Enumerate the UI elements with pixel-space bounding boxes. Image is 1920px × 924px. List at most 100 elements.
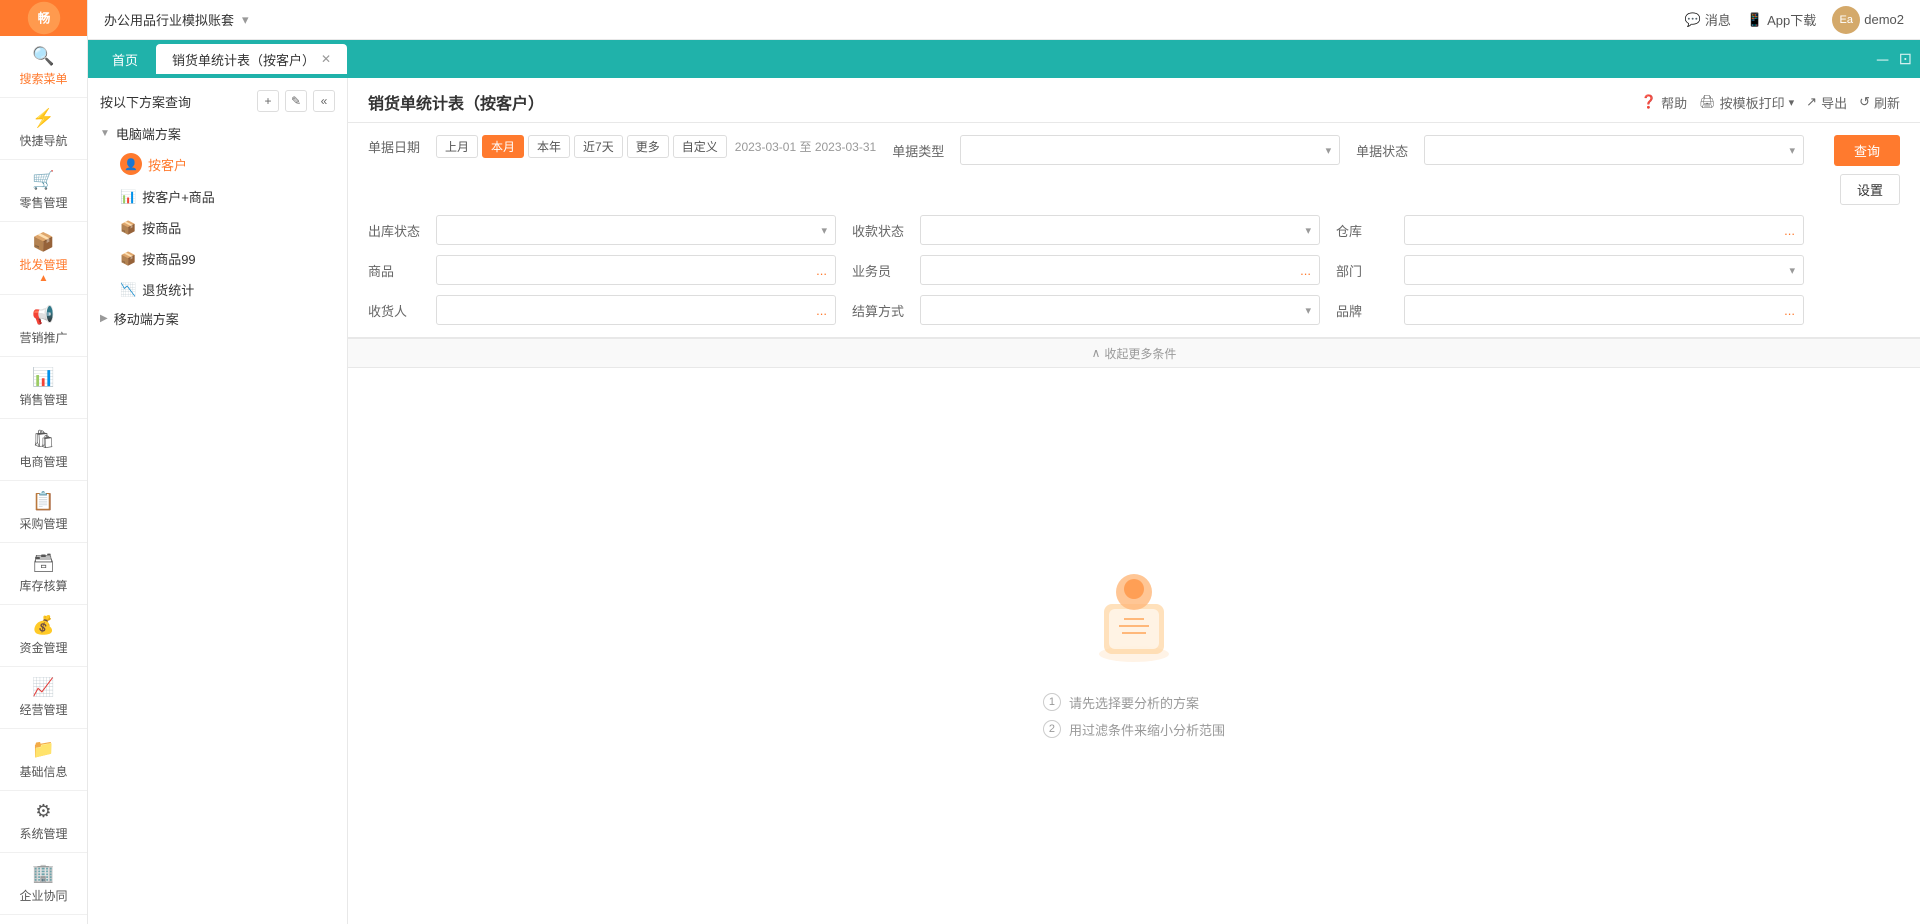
collapse-icon: « xyxy=(321,94,328,108)
sidebar-item-quick-nav-label: 快捷导航 xyxy=(19,132,67,149)
sidebar-item-search-menu-label: 搜索菜单 xyxy=(19,70,67,87)
date-btn-7days[interactable]: 近7天 xyxy=(574,135,623,158)
tree-mobile-node[interactable]: ▶ 移动端方案 xyxy=(88,305,347,332)
tree-child-by-goods[interactable]: 📦 按商品 xyxy=(108,212,347,243)
main-content: 办公用品行业模拟账套 ▾ 💬 消息 📱 App下载 Ea demo2 首页 xyxy=(88,0,1920,924)
date-btn-this-month[interactable]: 本月 xyxy=(482,135,524,158)
receipt-status-arrow-icon: ▾ xyxy=(1305,224,1311,237)
sidebar-item-system[interactable]: ⚙ 系统管理 xyxy=(0,791,88,853)
out-status-arrow-icon: ▾ xyxy=(821,224,827,237)
tab-maximize-icon[interactable]: ⊡ xyxy=(1899,49,1912,69)
refresh-btn[interactable]: ↺ 刷新 xyxy=(1859,93,1900,112)
sidebar-item-marketing[interactable]: 📢 营销推广 xyxy=(0,295,88,357)
goods-99-icon: 📦 xyxy=(120,251,136,267)
doc-type-arrow-icon: ▾ xyxy=(1326,144,1332,157)
message-btn[interactable]: 💬 消息 xyxy=(1685,10,1731,29)
sidebar-item-basic-info[interactable]: 📁 基础信息 xyxy=(0,729,88,791)
settlement-label: 结算方式 xyxy=(852,301,912,320)
header: 办公用品行业模拟账套 ▾ 💬 消息 📱 App下载 Ea demo2 xyxy=(88,0,1920,40)
left-panel-header: 按以下方案查询 + ✎ « xyxy=(88,90,347,120)
message-label: 消息 xyxy=(1705,10,1731,29)
header-left: 办公用品行业模拟账套 ▾ xyxy=(104,10,249,29)
doc-status-label: 单据状态 xyxy=(1356,141,1416,160)
collapse-panel-btn[interactable]: « xyxy=(313,90,335,112)
tree-child-by-goods-label: 按商品 xyxy=(142,218,181,237)
goods-select[interactable]: ... xyxy=(436,255,836,285)
sidebar-item-system-label: 系统管理 xyxy=(19,825,67,842)
out-status-select[interactable]: ▾ xyxy=(436,215,836,245)
tab-minimize-icon[interactable]: － xyxy=(1875,47,1891,71)
settings-btn[interactable]: 设置 xyxy=(1840,174,1900,205)
sidebar-item-finance[interactable]: 💰 资金管理 xyxy=(0,605,88,667)
edit-scheme-btn[interactable]: ✎ xyxy=(285,90,307,112)
query-btn[interactable]: 查询 xyxy=(1834,135,1900,166)
tab-expand: － ⊡ xyxy=(1875,47,1912,71)
return-stat-icon: 📉 xyxy=(120,282,136,298)
sidebar: 畅 🔍 搜索菜单 ⚡ 快捷导航 🛒 零售管理 📦 批发管理 ▲ 📢 营销推广 📊… xyxy=(0,0,88,924)
date-btn-last-month[interactable]: 上月 xyxy=(436,135,478,158)
sidebar-item-operations[interactable]: 📈 经营管理 xyxy=(0,667,88,729)
purchase-icon: 📋 xyxy=(32,491,54,512)
department-select[interactable]: ▾ xyxy=(1404,255,1804,285)
collapse-label: 收起更多条件 xyxy=(1104,345,1176,362)
doc-type-select[interactable]: ▾ xyxy=(960,135,1340,165)
sidebar-item-guide[interactable]: 🎯 新手引导 xyxy=(0,915,88,924)
finance-icon: 💰 xyxy=(32,615,54,636)
settlement-select[interactable]: ▾ xyxy=(920,295,1320,325)
tab-sales-stat[interactable]: 销货单统计表（按客户） ✕ xyxy=(156,44,347,74)
app-download-btn[interactable]: 📱 App下载 xyxy=(1747,10,1816,29)
sidebar-item-ecommerce-label: 电商管理 xyxy=(19,453,67,470)
sidebar-item-sales[interactable]: 📊 销售管理 xyxy=(0,357,88,419)
warehouse-select[interactable]: ... xyxy=(1404,215,1804,245)
customer-goods-icon: 📊 xyxy=(120,189,136,205)
tree-child-by-goods-99[interactable]: 📦 按商品99 xyxy=(108,243,347,274)
collapse-bar[interactable]: ∧ 收起更多条件 xyxy=(348,338,1920,368)
date-btn-more[interactable]: 更多 xyxy=(627,135,669,158)
tree-child-by-customer-label: 按客户 xyxy=(148,155,187,174)
empty-svg xyxy=(1074,554,1194,674)
doc-status-select[interactable]: ▾ xyxy=(1424,135,1804,165)
sidebar-item-purchase[interactable]: 📋 采购管理 xyxy=(0,481,88,543)
sidebar-item-search-menu[interactable]: 🔍 搜索菜单 xyxy=(0,36,88,98)
sidebar-logo: 畅 xyxy=(0,0,88,36)
inventory-icon: 🗃 xyxy=(32,553,55,574)
add-scheme-btn[interactable]: + xyxy=(257,90,279,112)
salesperson-select[interactable]: ... xyxy=(920,255,1320,285)
receiver-select[interactable]: ... xyxy=(436,295,836,325)
receipt-status-select[interactable]: ▾ xyxy=(920,215,1320,245)
tab-close-icon[interactable]: ✕ xyxy=(321,52,331,66)
sidebar-item-quick-nav[interactable]: ⚡ 快捷导航 xyxy=(0,98,88,160)
date-btn-custom[interactable]: 自定义 xyxy=(673,135,727,158)
refresh-label: 刷新 xyxy=(1874,93,1900,112)
sidebar-item-wholesale[interactable]: 📦 批发管理 ▲ xyxy=(0,222,88,295)
goods-dots[interactable]: ... xyxy=(816,263,827,278)
date-btn-this-year[interactable]: 本年 xyxy=(528,135,570,158)
page-title: 销货单统计表（按客户） xyxy=(368,90,544,114)
warehouse-dots[interactable]: ... xyxy=(1784,223,1795,238)
export-btn[interactable]: ↗ 导出 xyxy=(1806,93,1847,112)
header-right: 💬 消息 📱 App下载 Ea demo2 xyxy=(1685,6,1904,34)
tree-child-by-customer[interactable]: 👤 按客户 xyxy=(108,147,347,181)
brand-dots[interactable]: ... xyxy=(1784,303,1795,318)
template-print-btn[interactable]: 🖨 按模板打印 ▾ xyxy=(1699,93,1794,112)
salesperson-dots[interactable]: ... xyxy=(1300,263,1311,278)
help-btn[interactable]: ❓ 帮助 xyxy=(1641,93,1687,112)
date-label: 单据日期 xyxy=(368,137,428,156)
user-menu[interactable]: Ea demo2 xyxy=(1832,6,1904,34)
sidebar-item-inventory[interactable]: 🗃 库存核算 xyxy=(0,543,88,605)
sidebar-item-retail[interactable]: 🛒 零售管理 xyxy=(0,160,88,222)
receiver-dots[interactable]: ... xyxy=(816,303,827,318)
sidebar-item-ecommerce[interactable]: 🛍 电商管理 xyxy=(0,419,88,481)
doc-type-label: 单据类型 xyxy=(892,141,952,160)
brand-select[interactable]: ... xyxy=(1404,295,1804,325)
tree-child-by-customer-goods[interactable]: 📊 按客户+商品 xyxy=(108,181,347,212)
basic-info-icon: 📁 xyxy=(32,739,54,760)
tree-child-return-stat[interactable]: 📉 退货统计 xyxy=(108,274,347,305)
sidebar-item-enterprise[interactable]: 🏢 企业协同 xyxy=(0,853,88,915)
tree-child-return-stat-label: 退货统计 xyxy=(142,280,194,299)
tree-desktop-node[interactable]: ▼ 电脑端方案 xyxy=(88,120,347,147)
tab-home[interactable]: 首页 xyxy=(96,44,154,74)
step-1-num: 1 xyxy=(1043,693,1061,711)
dropdown-arrow-icon[interactable]: ▾ xyxy=(242,12,249,28)
sidebar-item-operations-label: 经营管理 xyxy=(19,701,67,718)
